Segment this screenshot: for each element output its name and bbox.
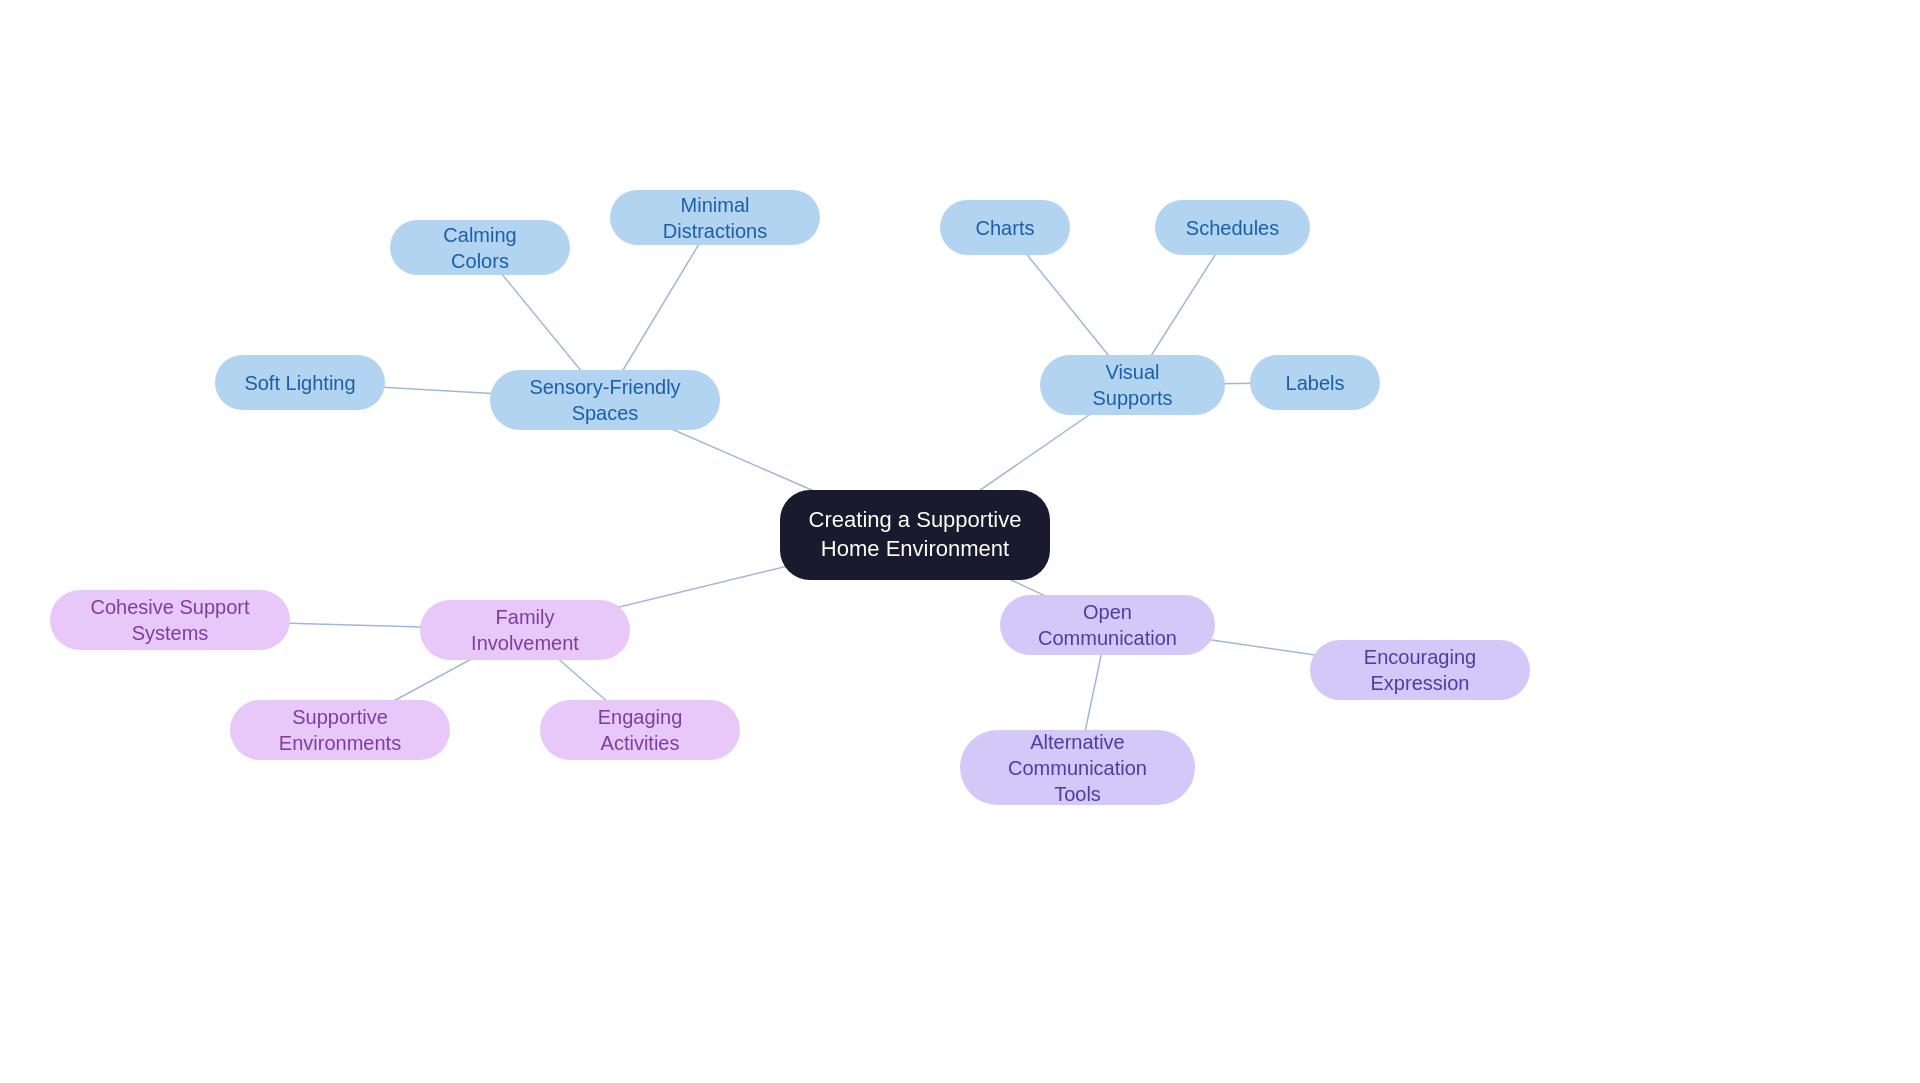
family-involvement-node[interactable]: Family Involvement — [420, 600, 630, 660]
soft-lighting-node[interactable]: Soft Lighting — [215, 355, 385, 410]
alt-communication-node[interactable]: Alternative Communication Tools — [960, 730, 1195, 805]
schedules-node[interactable]: Schedules — [1155, 200, 1310, 255]
open-communication-node[interactable]: Open Communication — [1000, 595, 1215, 655]
minimal-distractions-node[interactable]: Minimal Distractions — [610, 190, 820, 245]
encouraging-expression-node[interactable]: Encouraging Expression — [1310, 640, 1530, 700]
charts-node[interactable]: Charts — [940, 200, 1070, 255]
sensory-friendly-node[interactable]: Sensory-Friendly Spaces — [490, 370, 720, 430]
supportive-environments-node[interactable]: Supportive Environments — [230, 700, 450, 760]
labels-node[interactable]: Labels — [1250, 355, 1380, 410]
mindmap-container: Creating a Supportive Home Environment Se… — [0, 0, 1920, 1083]
engaging-activities-node[interactable]: Engaging Activities — [540, 700, 740, 760]
cohesive-support-node[interactable]: Cohesive Support Systems — [50, 590, 290, 650]
center-node[interactable]: Creating a Supportive Home Environment — [780, 490, 1050, 580]
calming-colors-node[interactable]: Calming Colors — [390, 220, 570, 275]
visual-supports-node[interactable]: Visual Supports — [1040, 355, 1225, 415]
